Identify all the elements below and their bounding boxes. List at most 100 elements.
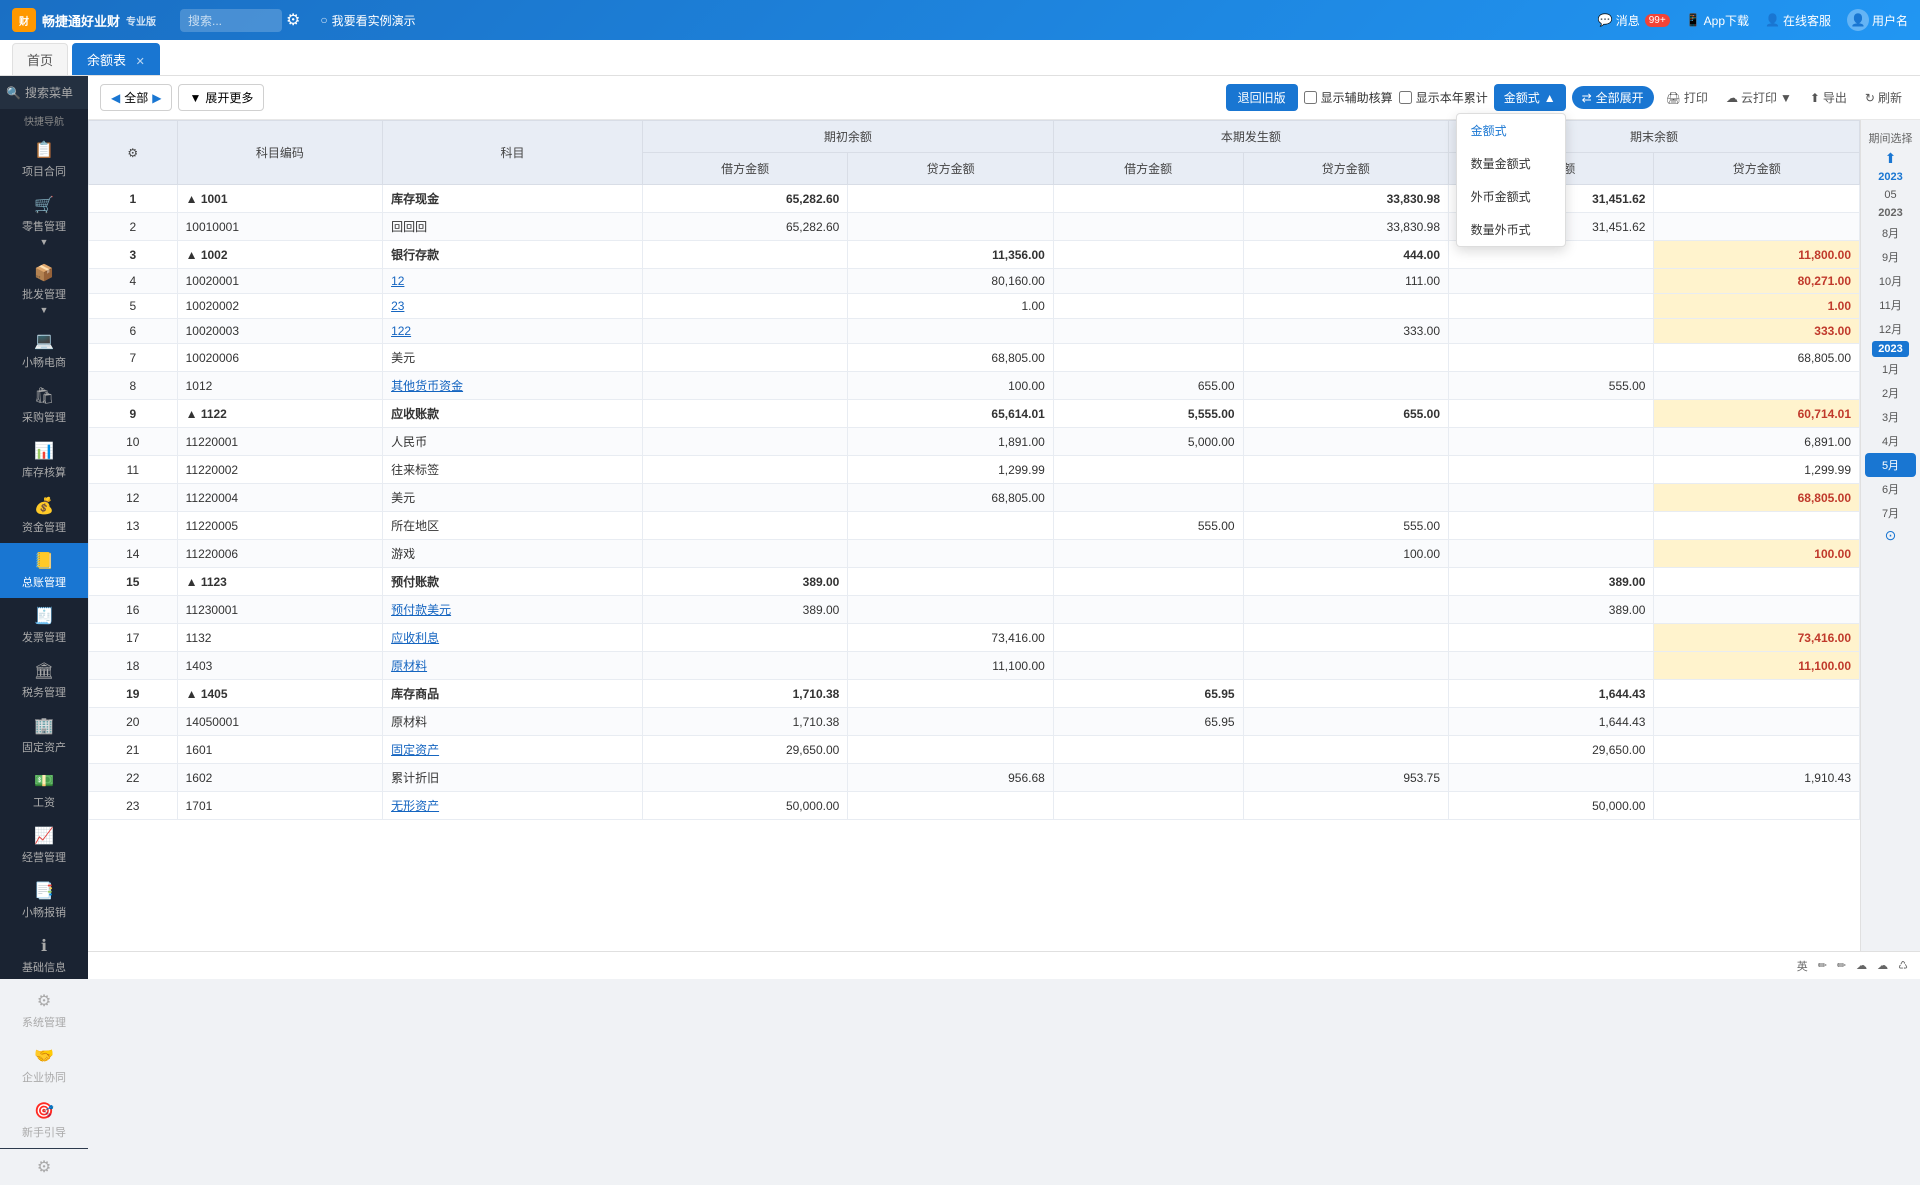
- online-service-btn[interactable]: 👤 在线客服: [1765, 12, 1831, 29]
- status-icon-5[interactable]: ♺: [1898, 959, 1908, 972]
- expand-all-button[interactable]: ⇄ 全部展开: [1572, 86, 1654, 109]
- toggle-icon: ⇄: [1582, 91, 1592, 105]
- table-cell: [1449, 428, 1654, 456]
- table-cell: 73,416.00: [848, 624, 1053, 652]
- show-year-checkbox[interactable]: 显示本年累计: [1399, 89, 1488, 106]
- month-1[interactable]: 1月: [1861, 357, 1920, 381]
- sidebar-item-guide[interactable]: 🎯 新手引导: [0, 1093, 88, 1148]
- table-cell: 389.00: [1449, 568, 1654, 596]
- sidebar-item-accounting[interactable]: 📒 总账管理: [0, 543, 88, 598]
- show-assist-checkbox[interactable]: 显示辅助核算: [1304, 89, 1393, 106]
- table-cell[interactable]: 其他货币资金: [383, 372, 643, 400]
- tab-close-icon[interactable]: ✕: [136, 56, 145, 68]
- show-year-input[interactable]: [1399, 91, 1412, 104]
- amount-option-2[interactable]: 外币金额式: [1457, 180, 1565, 213]
- table-cell: [642, 456, 847, 484]
- table-cell: [1053, 624, 1243, 652]
- sidebar-item-cooperation[interactable]: 🤝 企业协同: [0, 1038, 88, 1093]
- print-button[interactable]: 🖨 打印: [1660, 85, 1714, 110]
- table-cell[interactable]: 固定资产: [383, 736, 643, 764]
- tab-home[interactable]: 首页: [12, 43, 68, 75]
- inventory-icon: 📊: [34, 441, 54, 461]
- expand-more-button[interactable]: ▼ 展开更多: [178, 84, 264, 111]
- month-11[interactable]: 11月: [1861, 293, 1920, 317]
- status-icon-4[interactable]: ☁: [1877, 959, 1888, 972]
- settings-icon[interactable]: ⚙: [127, 146, 138, 160]
- sidebar-item-invoice[interactable]: 🧾 发票管理: [0, 598, 88, 653]
- user-area[interactable]: 👤 用户名: [1847, 9, 1908, 31]
- sidebar-item-ecommerce[interactable]: 💻 小畅电商: [0, 323, 88, 378]
- back-old-version-button[interactable]: 退回旧版: [1226, 84, 1298, 111]
- basic-icon: ℹ: [41, 936, 47, 956]
- month-10[interactable]: 10月: [1861, 269, 1920, 293]
- month-5[interactable]: 5月: [1865, 453, 1916, 477]
- tab-balance[interactable]: 余额表 ✕: [72, 43, 160, 75]
- back-label: 退回旧版: [1238, 91, 1286, 105]
- month-7[interactable]: 7月: [1861, 501, 1920, 525]
- month-3[interactable]: 3月: [1861, 405, 1920, 429]
- status-icon-2[interactable]: ✏: [1837, 959, 1846, 972]
- status-icon-1[interactable]: ✏: [1818, 959, 1827, 972]
- table-cell: 1.00: [848, 294, 1053, 319]
- top-settings-icon[interactable]: ⚙: [286, 10, 300, 30]
- month-4[interactable]: 4月: [1861, 429, 1920, 453]
- amount-option-1[interactable]: 数量金额式: [1457, 147, 1565, 180]
- app-title: 畅捷通好业财: [42, 11, 120, 30]
- show-assist-input[interactable]: [1304, 91, 1317, 104]
- th-settings[interactable]: ⚙: [89, 121, 178, 185]
- table-cell: 预付账款: [383, 568, 643, 596]
- sidebar-item-salary[interactable]: 💵 工资: [0, 763, 88, 818]
- sidebar-item-operation[interactable]: 📈 经营管理: [0, 818, 88, 873]
- sidebar-item-inventory[interactable]: 📊 库存核算: [0, 433, 88, 488]
- table-cell: 1602: [177, 764, 382, 792]
- table-cell[interactable]: 应收利息: [383, 624, 643, 652]
- table-cell: 68,805.00: [1654, 484, 1860, 512]
- table-cell: 655.00: [1053, 372, 1243, 400]
- table-cell[interactable]: 预付款美元: [383, 596, 643, 624]
- sidebar-item-basic[interactable]: ℹ 基础信息: [0, 928, 88, 983]
- month-9[interactable]: 9月: [1861, 245, 1920, 269]
- table-cell: 1701: [177, 792, 382, 820]
- top-search-input[interactable]: 搜索...: [180, 9, 282, 32]
- export-button[interactable]: ⬆ 导出: [1804, 85, 1853, 110]
- table-cell: 555.00: [1449, 372, 1654, 400]
- table-cell[interactable]: 122: [383, 319, 643, 344]
- sidebar-item-asset[interactable]: 🏢 固定资产: [0, 708, 88, 763]
- amount-option-0[interactable]: 金额式: [1457, 114, 1565, 147]
- table-cell: [848, 319, 1053, 344]
- month-6[interactable]: 6月: [1861, 477, 1920, 501]
- sidebar-item-purchase[interactable]: 🛍 采购管理: [0, 378, 88, 433]
- sidebar-item-capital[interactable]: 💰 资金管理: [0, 488, 88, 543]
- sidebar-item-wholesale[interactable]: 📦 批发管理 ▼: [0, 255, 88, 323]
- collapse-icon[interactable]: ⊙: [1883, 525, 1899, 546]
- table-cell: 16: [89, 596, 178, 624]
- month-2[interactable]: 2月: [1861, 381, 1920, 405]
- status-icon-3[interactable]: ☁: [1856, 959, 1867, 972]
- amount-mode-button[interactable]: 金额式 ▲: [1494, 84, 1566, 111]
- app-download-btn[interactable]: 📱 App下载: [1686, 12, 1749, 29]
- demo-link[interactable]: ○ 我要看实例演示: [320, 12, 415, 29]
- amount-option-3[interactable]: 数量外币式: [1457, 213, 1565, 246]
- table-cell[interactable]: 无形资产: [383, 792, 643, 820]
- status-lang[interactable]: 英: [1797, 958, 1808, 974]
- sidebar-item-system[interactable]: ⚙ 系统管理: [0, 983, 88, 1038]
- sidebar-item-project[interactable]: 📋 项目合同: [0, 132, 88, 187]
- table-row: 221602累计折旧956.68953.751,910.43: [89, 764, 1860, 792]
- sidebar-item-tax[interactable]: 🏛 税务管理: [0, 653, 88, 708]
- sidebar-item-retail[interactable]: 🛒 零售管理 ▼: [0, 187, 88, 255]
- cloud-print-button[interactable]: ☁ 云打印 ▼: [1720, 85, 1798, 110]
- sidebar-settings[interactable]: ⚙: [0, 1148, 88, 1185]
- table-cell[interactable]: 12: [383, 269, 643, 294]
- all-button[interactable]: ◀ 全部 ▶: [100, 84, 172, 111]
- table-cell[interactable]: 23: [383, 294, 643, 319]
- table-cell: 美元: [383, 344, 643, 372]
- message-btn[interactable]: 💬 消息 99+: [1598, 12, 1670, 29]
- month-12[interactable]: 12月: [1861, 317, 1920, 341]
- sidebar-search[interactable]: 🔍 搜索菜单: [0, 76, 88, 109]
- month-05-2023[interactable]: 05: [1861, 185, 1920, 205]
- prev-arrow[interactable]: ⬆: [1883, 148, 1899, 169]
- table-cell[interactable]: 原材料: [383, 652, 643, 680]
- month-8[interactable]: 8月: [1861, 221, 1920, 245]
- sidebar-item-report[interactable]: 📑 小畅报销: [0, 873, 88, 928]
- refresh-button[interactable]: ↻ 刷新: [1859, 85, 1908, 110]
